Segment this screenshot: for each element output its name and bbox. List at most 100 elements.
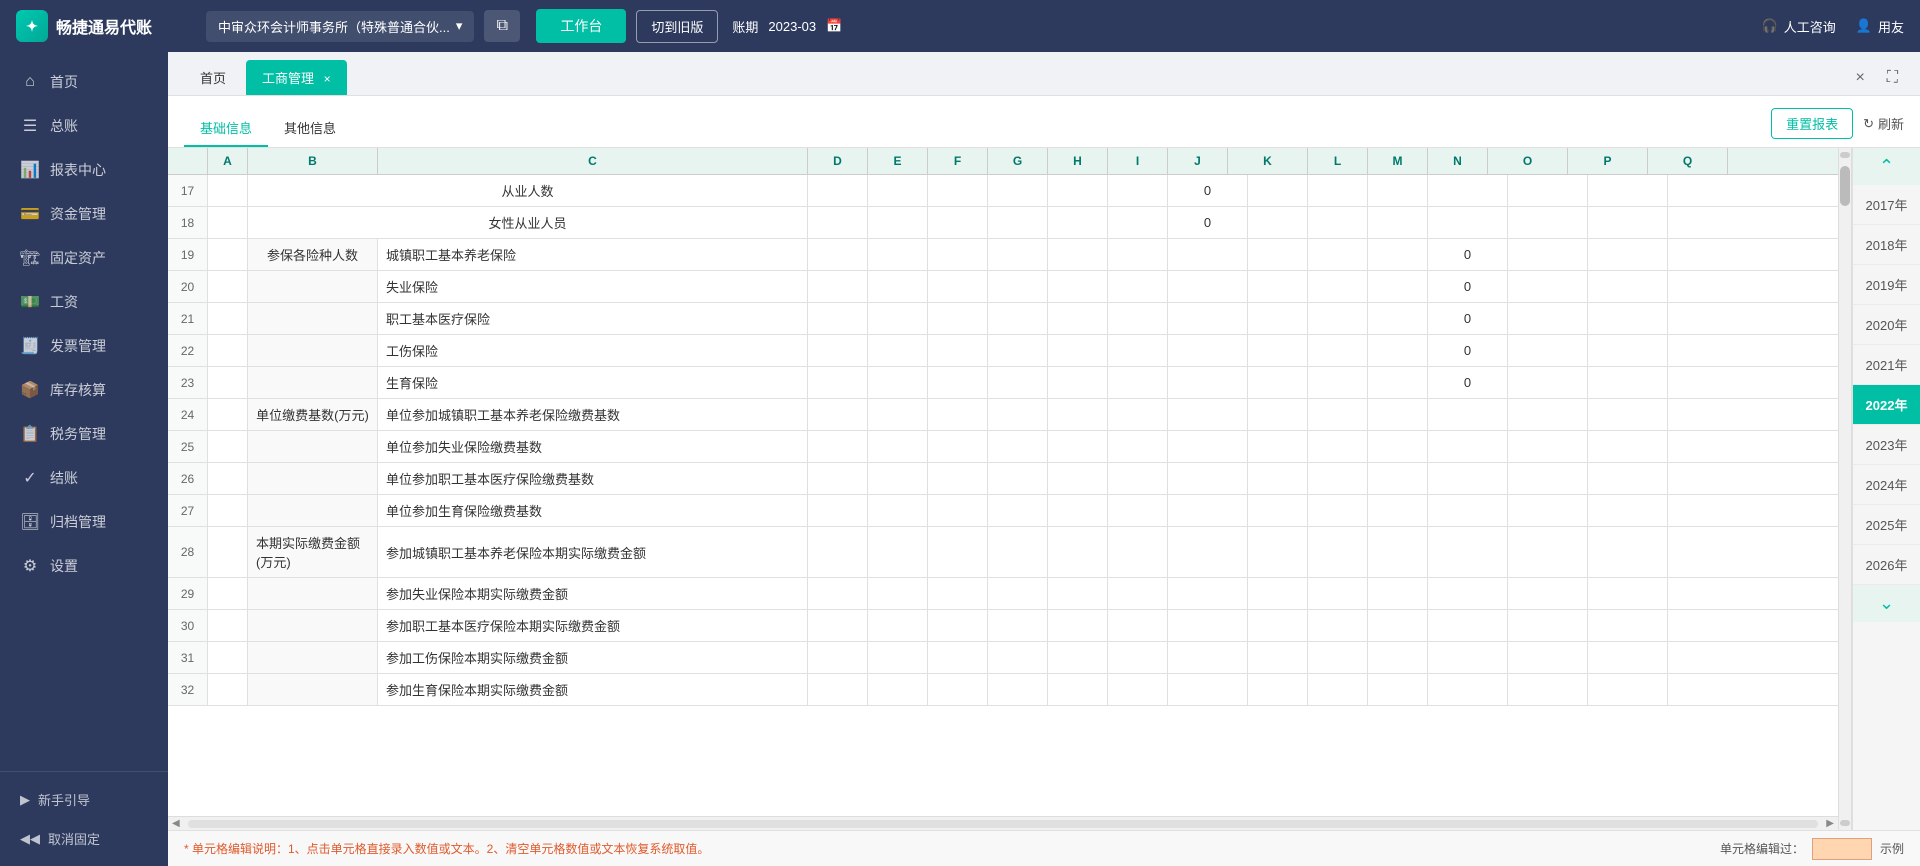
cell-19-E[interactable] xyxy=(868,239,928,270)
cell-25-I[interactable] xyxy=(1108,431,1168,462)
cell-25-L[interactable] xyxy=(1248,431,1308,462)
cell-30-O[interactable] xyxy=(1428,610,1508,641)
cell-17-P[interactable] xyxy=(1508,175,1588,206)
cell-25-N[interactable] xyxy=(1368,431,1428,462)
cell-18-D[interactable] xyxy=(808,207,868,238)
cell-21-O[interactable]: 0 xyxy=(1428,303,1508,334)
cell-22-M[interactable] xyxy=(1308,335,1368,366)
cell-23-H[interactable] xyxy=(1048,367,1108,398)
cell-21-G[interactable] xyxy=(988,303,1048,334)
cell-29-N[interactable] xyxy=(1368,578,1428,609)
cell-23-F[interactable] xyxy=(928,367,988,398)
cell-26-M[interactable] xyxy=(1308,463,1368,494)
cell-23-K[interactable] xyxy=(1168,367,1248,398)
cell-20-H[interactable] xyxy=(1048,271,1108,302)
sidebar-item-salary[interactable]: 💵 工资 xyxy=(0,280,168,324)
v-scroll-down-arrow[interactable] xyxy=(1840,820,1850,826)
refresh-button[interactable]: ↻ 刷新 xyxy=(1863,114,1904,133)
year-item-2025[interactable]: 2025年 xyxy=(1853,505,1920,545)
cell-24-M[interactable] xyxy=(1308,399,1368,430)
cell-27-C[interactable]: 单位参加生育保险缴费基数 xyxy=(378,495,808,526)
cell-24-I[interactable] xyxy=(1108,399,1168,430)
cell-17-A[interactable] xyxy=(208,175,248,206)
cell-28-O[interactable] xyxy=(1428,527,1508,577)
cell-18-O[interactable] xyxy=(1428,207,1508,238)
cell-24-G[interactable] xyxy=(988,399,1048,430)
cell-22-I[interactable] xyxy=(1108,335,1168,366)
year-panel-up-arrow[interactable]: ⌃ xyxy=(1853,148,1920,185)
cell-28-B[interactable]: 本期实际缴费金额(万元) xyxy=(248,527,378,577)
cell-25-O[interactable] xyxy=(1428,431,1508,462)
cell-20-M[interactable] xyxy=(1308,271,1368,302)
cell-26-Q[interactable] xyxy=(1588,463,1668,494)
cell-19-A[interactable] xyxy=(208,239,248,270)
cell-30-A[interactable] xyxy=(208,610,248,641)
cell-28-M[interactable] xyxy=(1308,527,1368,577)
cell-21-Q[interactable] xyxy=(1588,303,1668,334)
cell-27-M[interactable] xyxy=(1308,495,1368,526)
cell-30-H[interactable] xyxy=(1048,610,1108,641)
cell-32-N[interactable] xyxy=(1368,674,1428,705)
cell-21-H[interactable] xyxy=(1048,303,1108,334)
cell-26-N[interactable] xyxy=(1368,463,1428,494)
cell-24-D[interactable] xyxy=(808,399,868,430)
cell-20-E[interactable] xyxy=(868,271,928,302)
cell-28-F[interactable] xyxy=(928,527,988,577)
cell-20-A[interactable] xyxy=(208,271,248,302)
tab-home[interactable]: 首页 xyxy=(184,60,242,95)
cell-31-A[interactable] xyxy=(208,642,248,673)
cell-26-F[interactable] xyxy=(928,463,988,494)
cell-19-M[interactable] xyxy=(1308,239,1368,270)
cell-26-O[interactable] xyxy=(1428,463,1508,494)
cell-22-A[interactable] xyxy=(208,335,248,366)
workbench-button[interactable]: 工作台 xyxy=(536,9,626,43)
cell-31-D[interactable] xyxy=(808,642,868,673)
year-panel-down-arrow[interactable]: ⌄ xyxy=(1853,585,1920,622)
cell-23-C[interactable]: 生育保险 xyxy=(378,367,808,398)
cell-27-A[interactable] xyxy=(208,495,248,526)
cell-28-A[interactable] xyxy=(208,527,248,577)
cell-20-N[interactable] xyxy=(1368,271,1428,302)
cell-30-E[interactable] xyxy=(868,610,928,641)
cell-30-P[interactable] xyxy=(1508,610,1588,641)
cell-18-P[interactable] xyxy=(1508,207,1588,238)
cell-22-E[interactable] xyxy=(868,335,928,366)
cell-22-P[interactable] xyxy=(1508,335,1588,366)
cell-29-I[interactable] xyxy=(1108,578,1168,609)
cell-31-H[interactable] xyxy=(1048,642,1108,673)
cell-20-I[interactable] xyxy=(1108,271,1168,302)
h-scroll-track[interactable] xyxy=(188,820,1819,828)
window-expand-button[interactable]: ⛶ xyxy=(1881,67,1904,89)
sidebar-item-fixed-assets[interactable]: 🏗 固定资产 xyxy=(0,236,168,280)
cell-32-B[interactable] xyxy=(248,674,378,705)
cell-21-P[interactable] xyxy=(1508,303,1588,334)
cell-18-Q[interactable] xyxy=(1588,207,1668,238)
calendar-icon[interactable]: 📅 xyxy=(826,18,842,34)
cell-27-O[interactable] xyxy=(1428,495,1508,526)
cell-29-H[interactable] xyxy=(1048,578,1108,609)
cell-23-O[interactable]: 0 xyxy=(1428,367,1508,398)
cell-22-G[interactable] xyxy=(988,335,1048,366)
tab-close-icon[interactable]: × xyxy=(324,72,331,86)
cell-22-H[interactable] xyxy=(1048,335,1108,366)
cell-22-C[interactable]: 工伤保险 xyxy=(378,335,808,366)
cell-26-E[interactable] xyxy=(868,463,928,494)
cell-26-C[interactable]: 单位参加职工基本医疗保险缴费基数 xyxy=(378,463,808,494)
year-item-2020[interactable]: 2020年 xyxy=(1853,305,1920,345)
cell-22-D[interactable] xyxy=(808,335,868,366)
cell-28-E[interactable] xyxy=(868,527,928,577)
tab-business-management[interactable]: 工商管理 × xyxy=(246,60,347,95)
cell-32-H[interactable] xyxy=(1048,674,1108,705)
cell-18-A[interactable] xyxy=(208,207,248,238)
cell-23-P[interactable] xyxy=(1508,367,1588,398)
cell-23-M[interactable] xyxy=(1308,367,1368,398)
cell-20-L[interactable] xyxy=(1248,271,1308,302)
cell-31-Q[interactable] xyxy=(1588,642,1668,673)
cell-30-G[interactable] xyxy=(988,610,1048,641)
cell-26-L[interactable] xyxy=(1248,463,1308,494)
cell-25-A[interactable] xyxy=(208,431,248,462)
vertical-scrollbar[interactable] xyxy=(1838,148,1852,830)
cell-22-K[interactable] xyxy=(1168,335,1248,366)
cell-25-F[interactable] xyxy=(928,431,988,462)
cell-25-D[interactable] xyxy=(808,431,868,462)
